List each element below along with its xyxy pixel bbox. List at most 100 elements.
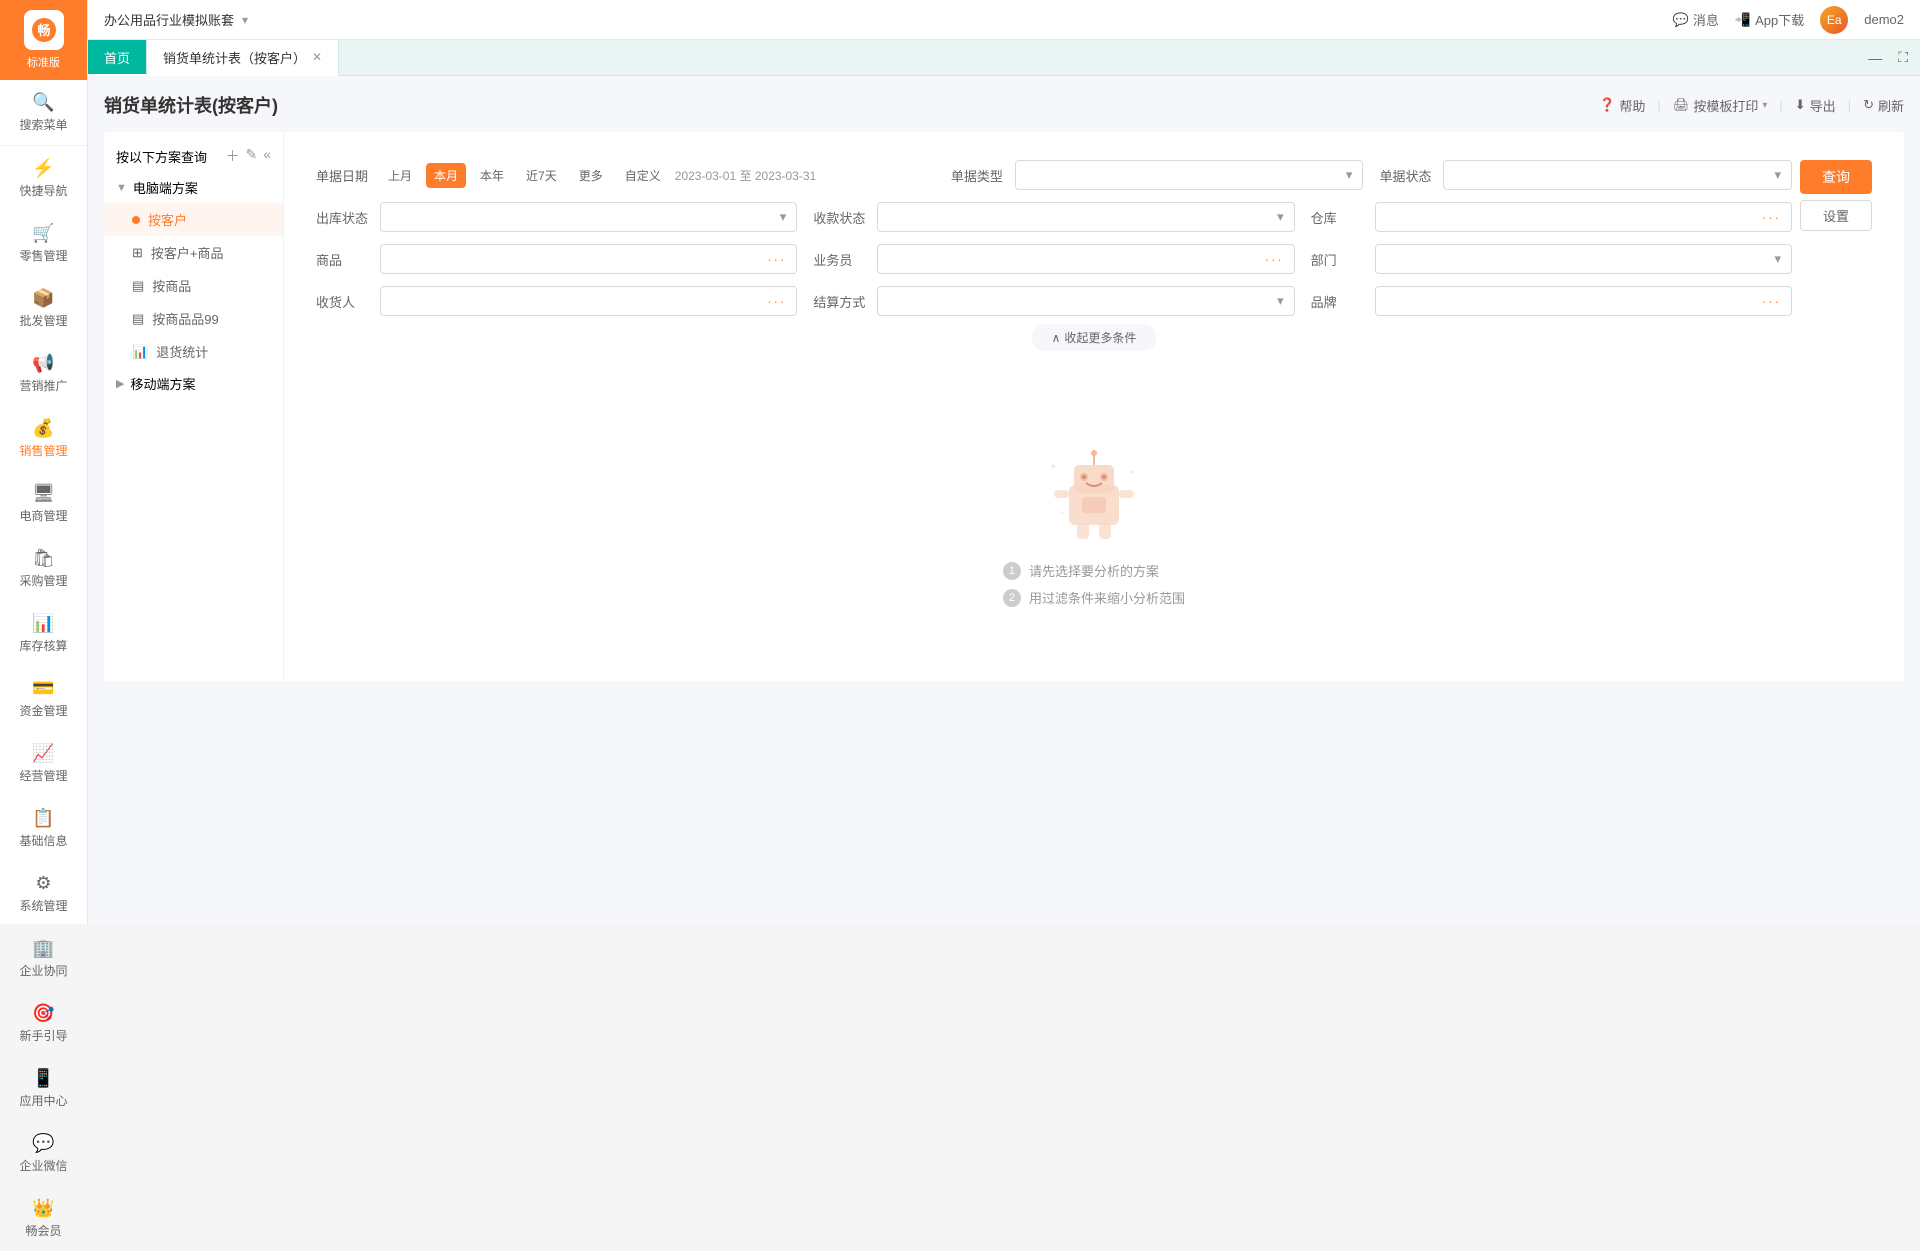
content-with-side: 按以下方案查询 ＋ ✎ « ▼ 电脑端方案 (104, 132, 1904, 681)
out-status-control[interactable]: ▾ (380, 202, 797, 232)
settings-button[interactable]: 设置 (1800, 200, 1872, 231)
sidebar-item-system[interactable]: ⚙ 系统管理 (0, 861, 87, 926)
collapse-conditions-btn[interactable]: ∧ 收起更多条件 (1032, 324, 1157, 351)
warehouse-control[interactable]: ··· (1375, 202, 1792, 232)
order-status-control[interactable]: ▾ (1443, 160, 1792, 190)
filter-receive-status: 收款状态 ▾ (813, 202, 1294, 232)
collapse-btn: ∧ 收起更多条件 (316, 316, 1872, 359)
sidebar-item-label: 经营管理 (19, 767, 67, 784)
tab-minimize-btn[interactable]: — (1864, 46, 1886, 70)
tab-sales-stat[interactable]: 销货单统计表（按客户） ✕ (147, 40, 339, 76)
brand-label: 品牌 (1311, 292, 1367, 311)
goods-control[interactable]: ··· (380, 244, 797, 274)
sidebar-item-operations[interactable]: 📈 经营管理 (0, 731, 87, 796)
collapse-arrow-icon: ∧ (1052, 331, 1061, 345)
scheme-add-btn[interactable]: ＋ (225, 146, 239, 166)
date-btn-more[interactable]: 更多 (571, 163, 611, 188)
scheme-group-arrow-icon: ▼ (116, 182, 127, 194)
member-icon: 👑 (32, 1198, 54, 1219)
topbar-right: 💬 消息 📲 App下载 Ea demo2 (1673, 6, 1904, 34)
sidebar-item-label: 畅会员 (25, 1222, 61, 1239)
app-logo[interactable]: 畅 标准版 (0, 0, 87, 80)
scheme-group-mobile-header[interactable]: ▶ 移动端方案 (104, 368, 283, 399)
filter-rows: 单据日期 上月 本月 本年 近7天 更多 自定义 (316, 160, 1792, 316)
date-btn-this-year[interactable]: 本年 (472, 163, 512, 188)
salesman-control[interactable]: ··· (877, 244, 1294, 274)
payment-arrow-icon: ▾ (1277, 293, 1284, 309)
tab-home-label: 首页 (104, 48, 130, 67)
export-btn[interactable]: ⬇ 导出 (1795, 96, 1836, 115)
scheme-collapse-btn[interactable]: « (263, 146, 271, 166)
date-btn-custom[interactable]: 自定义 (617, 163, 669, 188)
query-button[interactable]: 查询 (1800, 160, 1872, 194)
operations-icon: 📈 (32, 743, 54, 764)
sidebar-item-label: 零售管理 (19, 247, 67, 264)
print-chevron-icon: ▾ (1762, 100, 1767, 111)
sidebar-item-corp-wechat[interactable]: 💬 企业微信 (0, 1121, 87, 1186)
refresh-btn[interactable]: ↻ 刷新 (1863, 96, 1904, 115)
sidebar-item-marketing[interactable]: 📢 营销推广 (0, 341, 87, 406)
logo-icon: 畅 (24, 10, 64, 50)
goods-dots-icon: ··· (767, 252, 786, 267)
help-btn[interactable]: ❓ 帮助 (1599, 96, 1645, 115)
page-title: 销货单统计表(按客户) (104, 92, 278, 118)
sidebar-item-search[interactable]: 🔍 搜索菜单 (0, 80, 87, 146)
print-btn[interactable]: 🖨 按模板打印 ▾ (1673, 96, 1768, 115)
sidebar-item-ecommerce[interactable]: 🖥 电商管理 (0, 471, 87, 536)
receiver-control[interactable]: ··· (380, 286, 797, 316)
scheme-edit-btn[interactable]: ✎ (245, 146, 257, 166)
sidebar-item-label: 批发管理 (19, 312, 67, 329)
sidebar-item-label: 电商管理 (19, 507, 67, 524)
tab-maximize-btn[interactable]: ⛶ (1894, 45, 1912, 70)
scheme-item-by-goods[interactable]: ▤ 按商品 (104, 269, 283, 302)
sidebar-item-inventory[interactable]: 📊 库存核算 (0, 601, 87, 666)
sidebar-item-wholesale[interactable]: 📦 批发管理 (0, 276, 87, 341)
app-download-btn[interactable]: 📲 App下载 (1735, 10, 1804, 29)
sidebar-item-basic-info[interactable]: 📋 基础信息 (0, 796, 87, 861)
receive-status-arrow-icon: ▾ (1277, 209, 1284, 225)
scheme-group-desktop-label: 电脑端方案 (133, 178, 198, 197)
sidebar-item-new-guide[interactable]: 🎯 新手引导 (0, 991, 87, 1056)
sidebar-item-finance[interactable]: 💳 资金管理 (0, 666, 87, 731)
sidebar-item-label: 基础信息 (19, 832, 67, 849)
tab-sales-stat-label: 销货单统计表（按客户） (163, 48, 306, 67)
scheme-item-by-customer-goods[interactable]: ⊞ 按客户+商品 (104, 236, 283, 269)
scheme-item-return-stat[interactable]: 📊 退货统计 (104, 335, 283, 368)
date-btn-this-month[interactable]: 本月 (426, 163, 466, 188)
scheme-item-table2-icon: ▤ (132, 311, 144, 327)
brand-control[interactable]: ··· (1375, 286, 1792, 316)
scheme-item-label: 退货统计 (156, 342, 208, 361)
tab-home[interactable]: 首页 (88, 40, 147, 76)
empty-state-illustration: ✦ ✦ ✦ (1044, 445, 1144, 545)
divider3: | (1848, 98, 1851, 113)
page-actions: ❓ 帮助 | 🖨 按模板打印 ▾ | ⬇ 导出 | (1599, 96, 1904, 115)
svg-text:✦: ✦ (1129, 468, 1136, 477)
download-icon: 📲 (1735, 12, 1751, 28)
sidebar-item-sales[interactable]: 💰 销售管理 (0, 406, 87, 471)
sidebar-item-enterprise[interactable]: 🏢 企业协同 (0, 926, 87, 991)
sidebar-item-member[interactable]: 👑 畅会员 (0, 1186, 87, 1251)
user-avatar[interactable]: Ea (1820, 6, 1848, 34)
empty-state-tip-2: 2 用过滤条件来缩小分析范围 (1003, 588, 1185, 607)
message-btn[interactable]: 💬 消息 (1673, 10, 1719, 29)
date-btn-last-7days[interactable]: 近7天 (518, 163, 565, 188)
date-btn-last-month[interactable]: 上月 (380, 163, 420, 188)
scheme-item-by-goods99[interactable]: ▤ 按商品品99 (104, 302, 283, 335)
tab-close-btn[interactable]: ✕ (312, 50, 322, 64)
sidebar-item-retail[interactable]: 🛒 零售管理 (0, 211, 87, 276)
order-type-control[interactable]: ▾ (1015, 160, 1364, 190)
dept-control[interactable]: ▾ (1375, 244, 1792, 274)
scheme-group-desktop-header[interactable]: ▼ 电脑端方案 (104, 172, 283, 203)
sidebar-item-purchase[interactable]: 🛍 采购管理 (0, 536, 87, 601)
sidebar-item-app-center[interactable]: 📱 应用中心 (0, 1056, 87, 1121)
scheme-item-by-customer[interactable]: 按客户 (104, 203, 283, 236)
logo-subtext: 标准版 (27, 54, 60, 70)
print-icon: 🖨 (1673, 97, 1690, 113)
scheme-group-mobile-label: 移动端方案 (130, 374, 195, 393)
scheme-item-label: 按商品品99 (152, 309, 218, 328)
system-icon: ⚙ (35, 873, 51, 894)
receive-status-control[interactable]: ▾ (877, 202, 1294, 232)
payment-control[interactable]: ▾ (877, 286, 1294, 316)
sidebar-item-quick-nav[interactable]: ⚡ 快捷导航 (0, 146, 87, 211)
tip-num-2: 2 (1003, 589, 1021, 607)
